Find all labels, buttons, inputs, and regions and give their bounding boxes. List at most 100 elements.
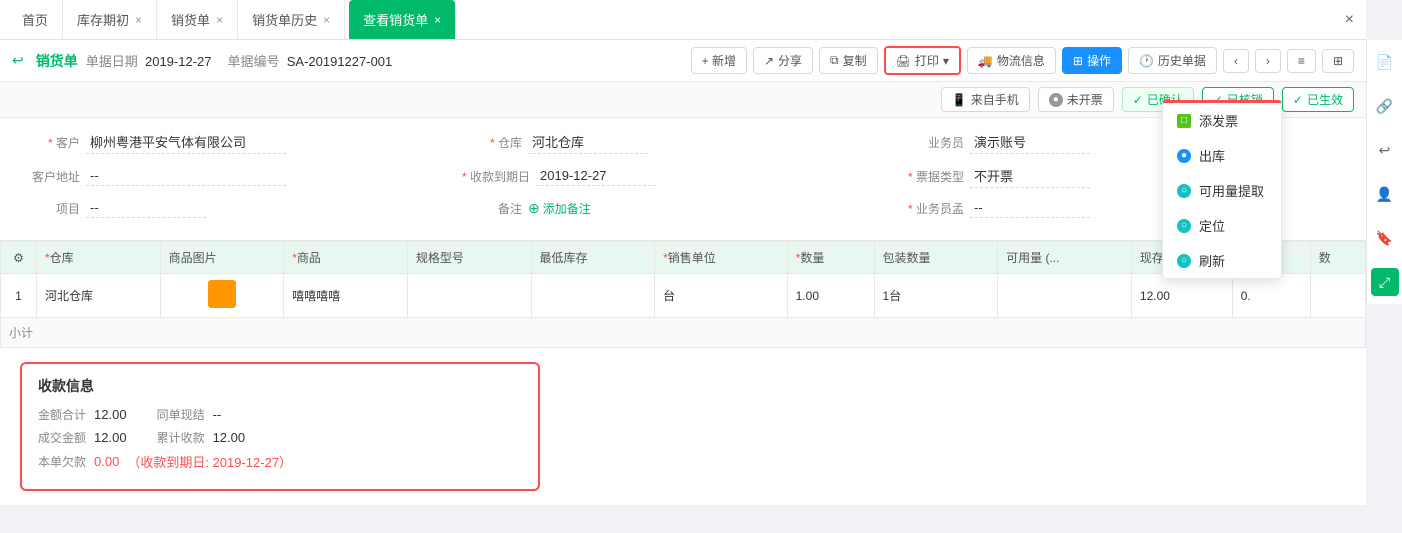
note-label: 备注 — [462, 200, 522, 217]
tab-sales-order[interactable]: 销货单 × — [157, 0, 238, 39]
not-open-icon: ● — [1049, 93, 1063, 107]
form-row-1: 客户 柳州粤港平安气体有限公司 仓库 河北仓库 业务员 演示账号 — [20, 130, 1346, 154]
tab-home[interactable]: 首页 — [8, 0, 63, 39]
refresh-item[interactable]: ○ 刷新 — [1163, 243, 1281, 278]
sidebar-doc-icon[interactable]: 📄 — [1371, 48, 1399, 76]
row-qty: 1.00 — [787, 274, 874, 318]
deal-amount-value: 12.00 — [94, 430, 127, 445]
sidebar-link-icon[interactable]: 🔗 — [1371, 92, 1399, 120]
row-amount — [1310, 274, 1365, 318]
doc-icon: ↩ — [12, 52, 24, 69]
from-phone-button[interactable]: 📱 来自手机 — [941, 87, 1030, 112]
doc-meta: 单据日期 2019-12-27 单据编号 SA-20191227-001 — [86, 51, 393, 70]
col-warehouse: *仓库 — [37, 242, 161, 274]
logistics-button[interactable]: 🚚 物流信息 — [967, 47, 1056, 74]
staff-label: 业务员 — [904, 134, 964, 151]
right-sidebar: 📄 🔗 ↩ 👤 🔖 ⤢ — [1366, 40, 1402, 304]
confirmed-icon: ✓ — [1133, 93, 1143, 107]
date-value: 2019-12-27 — [145, 54, 212, 69]
col-gear: ⚙ — [1, 242, 37, 274]
nav-prev-button[interactable]: ‹ — [1223, 49, 1249, 73]
payment-row-2: 成交金额 12.00 累计收款 12.00 — [38, 429, 522, 446]
address-value[interactable]: -- — [86, 166, 286, 186]
sidebar-bookmark-icon[interactable]: 🔖 — [1371, 224, 1399, 252]
outbound-item[interactable]: ● 出库 — [1163, 138, 1281, 173]
effective-icon: ✓ — [1293, 93, 1303, 107]
note-field: 备注 ⊕ 添加备注 — [462, 200, 904, 217]
col-unit: *销售单位 — [655, 242, 788, 274]
doc-title-area: ↩ 销货单 单据日期 2019-12-27 单据编号 SA-20191227-0… — [12, 51, 685, 71]
product-image — [208, 280, 236, 308]
warehouse-value[interactable]: 河北仓库 — [528, 130, 648, 154]
print-button[interactable]: 🖨 打印 ▾ — [884, 46, 961, 75]
sidebar-expand-icon[interactable]: ⤢ — [1371, 268, 1399, 296]
tab-inventory-init[interactable]: 库存期初 × — [63, 0, 157, 39]
not-open-ticket-button[interactable]: ● 未开票 — [1038, 87, 1114, 112]
address-label: 客户地址 — [20, 168, 80, 185]
subtotal-row: 小计 — [1, 318, 1366, 348]
col-qty: *数量 — [787, 242, 874, 274]
project-field: 项目 -- — [20, 198, 462, 218]
tab-close-inventory[interactable]: × — [135, 13, 142, 27]
copy-button[interactable]: ⧉ 复制 — [819, 47, 878, 74]
print-icon: 🖨 — [896, 54, 911, 68]
row-warehouse: 河北仓库 — [37, 274, 161, 318]
share-icon: ↗ — [764, 54, 774, 68]
accumulated-value: 12.00 — [213, 430, 246, 445]
view-list-button[interactable]: ≡ — [1287, 49, 1316, 73]
ops-icon: ⊞ — [1073, 54, 1083, 68]
col-available: 可用量 (... — [998, 242, 1132, 274]
tab-close-sales[interactable]: × — [216, 13, 223, 27]
due-date-value[interactable]: 2019-12-27 — [536, 166, 656, 186]
balance-note: （收款到期日: 2019-12-27） — [127, 452, 292, 471]
doc-no-area: 单据编号 SA-20191227-001 — [227, 51, 392, 70]
address-field: 客户地址 -- — [20, 166, 462, 186]
row-pkg-qty: 1台 — [874, 274, 998, 318]
same-order-value: -- — [213, 407, 222, 422]
col-amount: 数 — [1310, 242, 1365, 274]
sidebar-user-icon[interactable]: 👤 — [1371, 180, 1399, 208]
history-icon: 🕐 — [1139, 54, 1154, 68]
doc-no-value: SA-20191227-001 — [287, 54, 393, 69]
payment-title: 收款信息 — [38, 376, 522, 396]
col-spec: 规格型号 — [407, 242, 531, 274]
row-unit: 台 — [655, 274, 788, 318]
customer-value[interactable]: 柳州粤港平安气体有限公司 — [86, 130, 286, 154]
view-grid-button[interactable]: ⊞ — [1322, 49, 1354, 73]
history-button[interactable]: 🕐 历史单据 — [1128, 47, 1217, 74]
tab-close-history[interactable]: × — [323, 13, 330, 27]
row-stock: 12.00 — [1131, 274, 1232, 318]
invoice-type-label: 票据类型 — [904, 168, 964, 185]
warehouse-label: 仓库 — [462, 134, 522, 151]
available-extract-item[interactable]: ○ 可用量提取 — [1163, 173, 1281, 208]
tab-view-sales[interactable]: 查看销货单 × — [349, 0, 456, 39]
total-field: 金额合计 12.00 — [38, 406, 127, 423]
bottom-section: 收款信息 金额合计 12.00 同单现结 -- 成交金额 12.00 累计收款 — [0, 348, 1366, 505]
add-note-button[interactable]: ⊕ 添加备注 — [528, 200, 591, 217]
payment-row-1: 金额合计 12.00 同单现结 -- — [38, 406, 522, 423]
row-available — [998, 274, 1132, 318]
nav-next-button[interactable]: › — [1255, 49, 1281, 73]
col-img: 商品图片 — [160, 242, 284, 274]
form-row-3: 项目 -- 备注 ⊕ 添加备注 业务员孟 -- — [20, 198, 1346, 218]
add-invoice-item[interactable]: □ 添发票 — [1163, 103, 1281, 138]
share-button[interactable]: ↗ 分享 — [753, 47, 813, 74]
new-button[interactable]: + 新增 — [691, 47, 747, 74]
plus-icon: ⊕ — [528, 200, 540, 217]
tab-sales-history[interactable]: 销货单历史 × — [238, 0, 345, 39]
col-min-stock: 最低库存 — [531, 242, 655, 274]
table-header-row: ⚙ *仓库 商品图片 *商品 规格型号 最低库存 *销售单位 *数量 — [1, 242, 1366, 274]
due-date-label: 收款到期日 — [462, 168, 530, 185]
deal-amount-field: 成交金额 12.00 — [38, 429, 127, 446]
locate-item[interactable]: ○ 定位 — [1163, 208, 1281, 243]
total-value: 12.00 — [94, 407, 127, 422]
effective-button[interactable]: ✓ 已生效 — [1282, 87, 1354, 112]
main-close-button[interactable]: × — [1345, 11, 1354, 29]
customer-field: 客户 柳州粤港平安气体有限公司 — [20, 130, 462, 154]
row-price: 0. — [1232, 274, 1310, 318]
refresh-icon: ○ — [1177, 254, 1191, 268]
col-pkg-qty: 包装数量 — [874, 242, 998, 274]
operations-button[interactable]: ⊞ 操作 — [1062, 47, 1122, 74]
sidebar-return-icon[interactable]: ↩ — [1371, 136, 1399, 164]
tab-close-view[interactable]: × — [434, 13, 441, 27]
